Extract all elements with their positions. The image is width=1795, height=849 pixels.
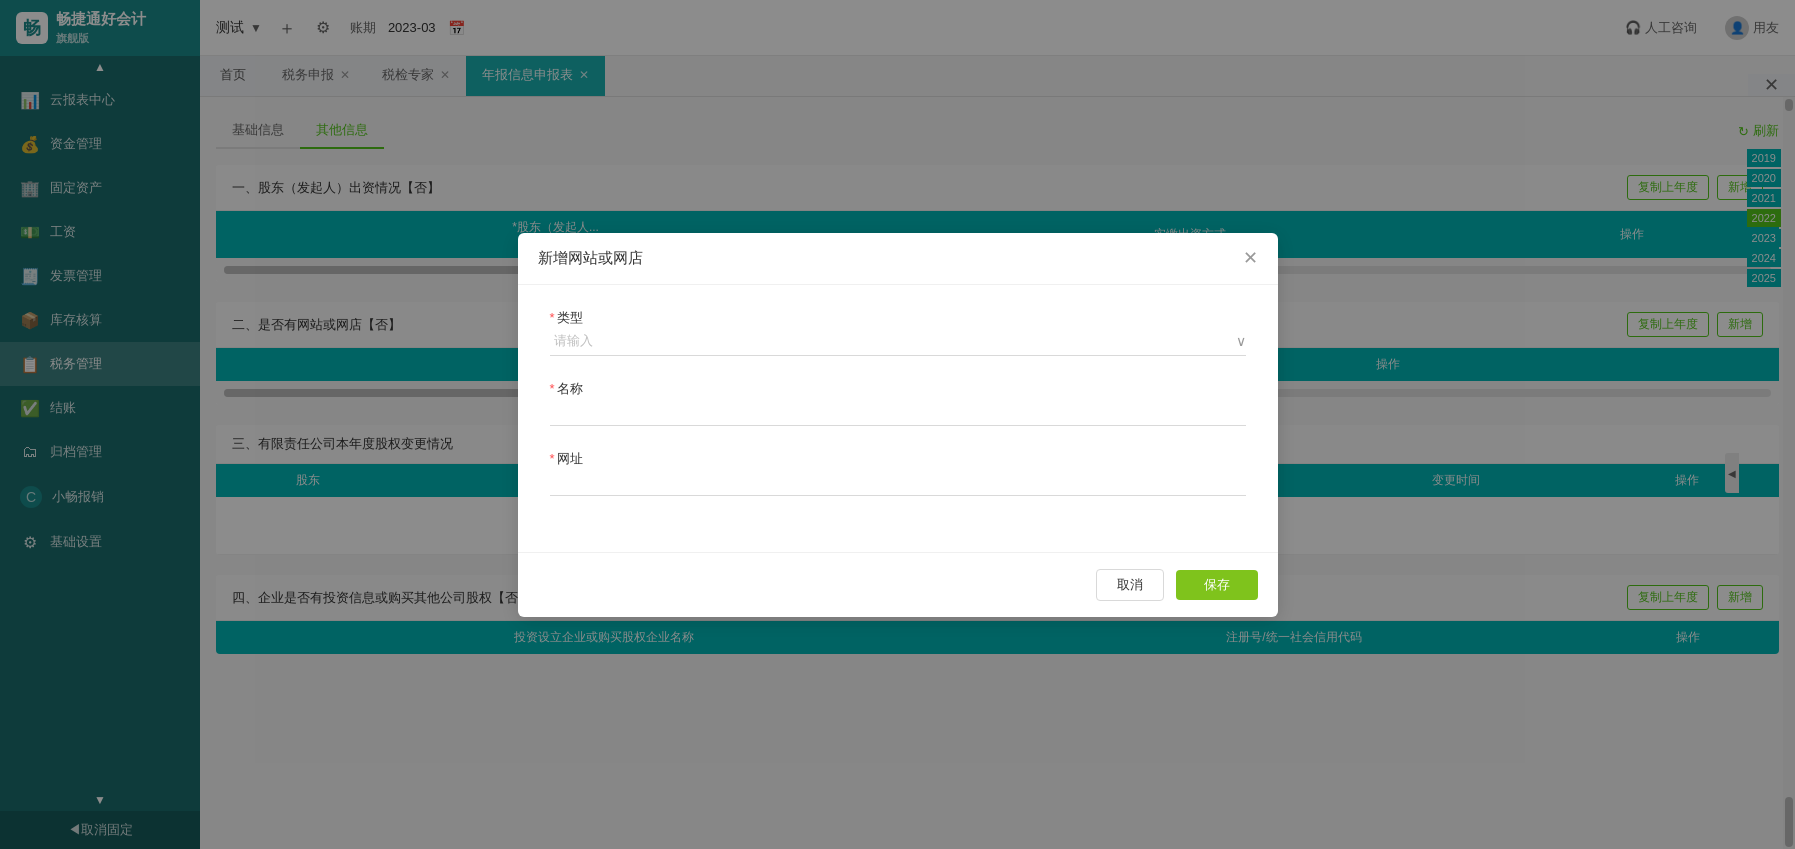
url-label: * 网址 xyxy=(550,450,1246,468)
modal-body: * 类型 ∨ * 名称 * xyxy=(518,285,1278,552)
modal-title: 新增网站或网店 xyxy=(538,249,643,268)
cancel-button[interactable]: 取消 xyxy=(1096,569,1164,601)
modal-footer: 取消 保存 xyxy=(518,552,1278,617)
type-label: * 类型 xyxy=(550,309,1246,327)
modal-close-button[interactable]: ✕ xyxy=(1243,249,1258,267)
modal-header: 新增网站或网店 ✕ xyxy=(518,233,1278,285)
name-input[interactable] xyxy=(550,404,1246,419)
type-input-wrapper: ∨ xyxy=(550,327,1246,356)
form-row-url: * 网址 xyxy=(550,450,1246,496)
url-input[interactable] xyxy=(550,474,1246,489)
type-chevron-icon[interactable]: ∨ xyxy=(1236,333,1246,349)
save-button[interactable]: 保存 xyxy=(1176,570,1258,600)
modal-overlay[interactable]: 新增网站或网店 ✕ * 类型 ∨ * 名称 xyxy=(0,0,1795,849)
name-input-wrapper xyxy=(550,398,1246,426)
form-row-name: * 名称 xyxy=(550,380,1246,426)
form-row-type: * 类型 ∨ xyxy=(550,309,1246,356)
url-input-wrapper xyxy=(550,468,1246,496)
name-label: * 名称 xyxy=(550,380,1246,398)
type-input[interactable] xyxy=(550,333,1236,348)
add-website-modal: 新增网站或网店 ✕ * 类型 ∨ * 名称 xyxy=(518,233,1278,617)
